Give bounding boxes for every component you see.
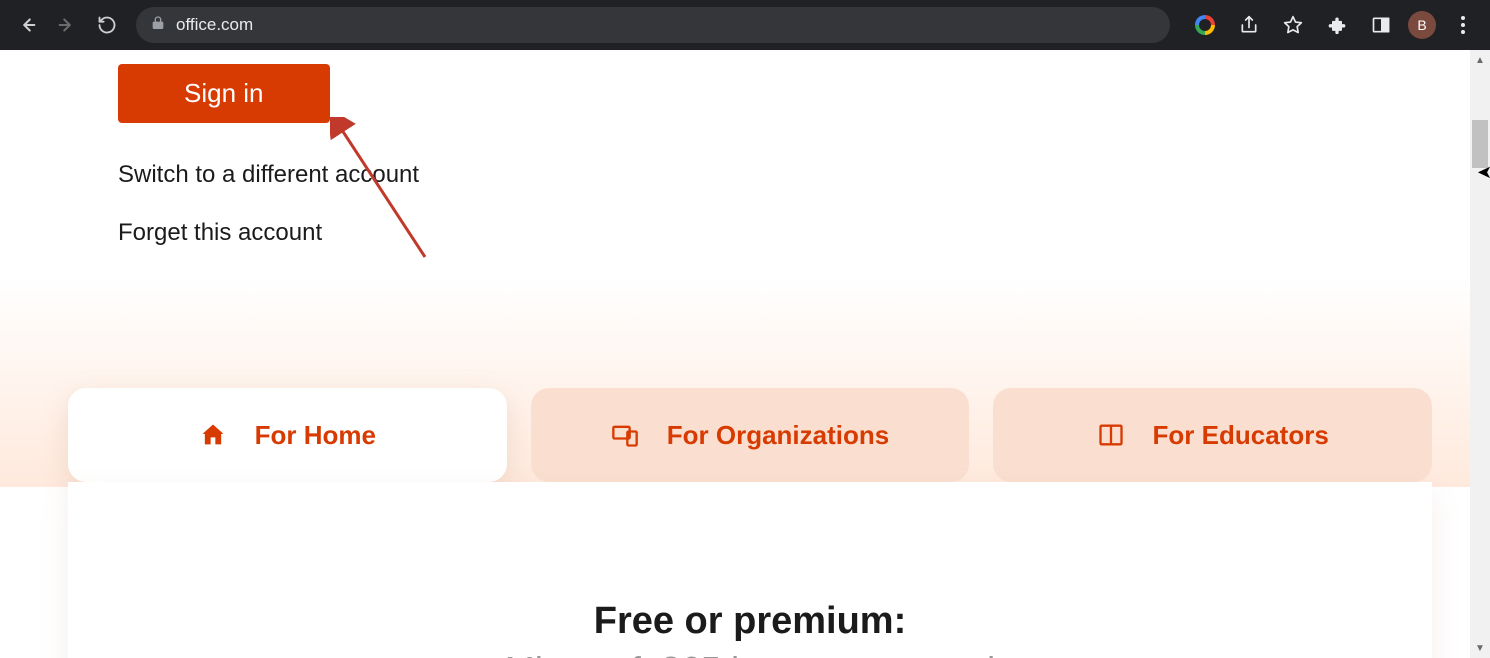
bookmark-star-icon[interactable] [1276, 8, 1310, 42]
headline-line1: Free or premium: [68, 600, 1432, 643]
page-content: Sign in Switch to a different account Fo… [0, 50, 1470, 658]
scroll-up-arrow[interactable]: ▲ [1470, 50, 1490, 70]
audience-tabs: For Home For Organizations For Educators [68, 388, 1432, 482]
vertical-scrollbar[interactable]: ▲ ▼ ➤ [1470, 50, 1490, 658]
profile-avatar[interactable]: B [1408, 11, 1436, 39]
chrome-menu-icon[interactable] [1446, 8, 1480, 42]
forget-account-link[interactable]: Forget this account [118, 219, 1470, 247]
book-icon [1097, 421, 1125, 449]
switch-account-link[interactable]: Switch to a different account [118, 161, 1470, 189]
tab-edu-label: For Educators [1153, 420, 1329, 451]
side-panel-icon[interactable] [1364, 8, 1398, 42]
tab-home-label: For Home [255, 420, 376, 451]
google-services-icon[interactable] [1188, 8, 1222, 42]
forward-button[interactable] [50, 8, 84, 42]
headline-line2: Microsoft 365 has you covered [68, 649, 1432, 658]
switch-account-label: Switch to a different account [118, 161, 419, 188]
profile-initial: B [1417, 17, 1426, 33]
reload-button[interactable] [90, 8, 124, 42]
extensions-icon[interactable] [1320, 8, 1354, 42]
tab-for-home[interactable]: For Home [68, 388, 507, 482]
browser-toolbar: office.com B [0, 0, 1490, 50]
toolbar-right: B [1188, 8, 1480, 42]
sign-in-label: Sign in [184, 78, 264, 108]
scroll-thumb[interactable] [1472, 120, 1488, 168]
devices-icon [611, 421, 639, 449]
sign-in-button[interactable]: Sign in [118, 64, 330, 123]
account-section: Sign in Switch to a different account Fo… [0, 50, 1470, 277]
share-icon[interactable] [1232, 8, 1266, 42]
page-viewport: Sign in Switch to a different account Fo… [0, 50, 1490, 658]
home-icon [199, 421, 227, 449]
scroll-down-arrow[interactable]: ▼ [1470, 638, 1490, 658]
tab-for-educators[interactable]: For Educators [993, 388, 1432, 482]
tab-for-organizations[interactable]: For Organizations [531, 388, 970, 482]
lock-icon [150, 15, 166, 36]
back-button[interactable] [10, 8, 44, 42]
address-bar[interactable]: office.com [136, 7, 1170, 43]
url-text: office.com [176, 15, 253, 35]
forget-account-label: Forget this account [118, 219, 322, 246]
content-panel: Free or premium: Microsoft 365 has you c… [68, 482, 1432, 658]
tab-orgs-label: For Organizations [667, 420, 889, 451]
